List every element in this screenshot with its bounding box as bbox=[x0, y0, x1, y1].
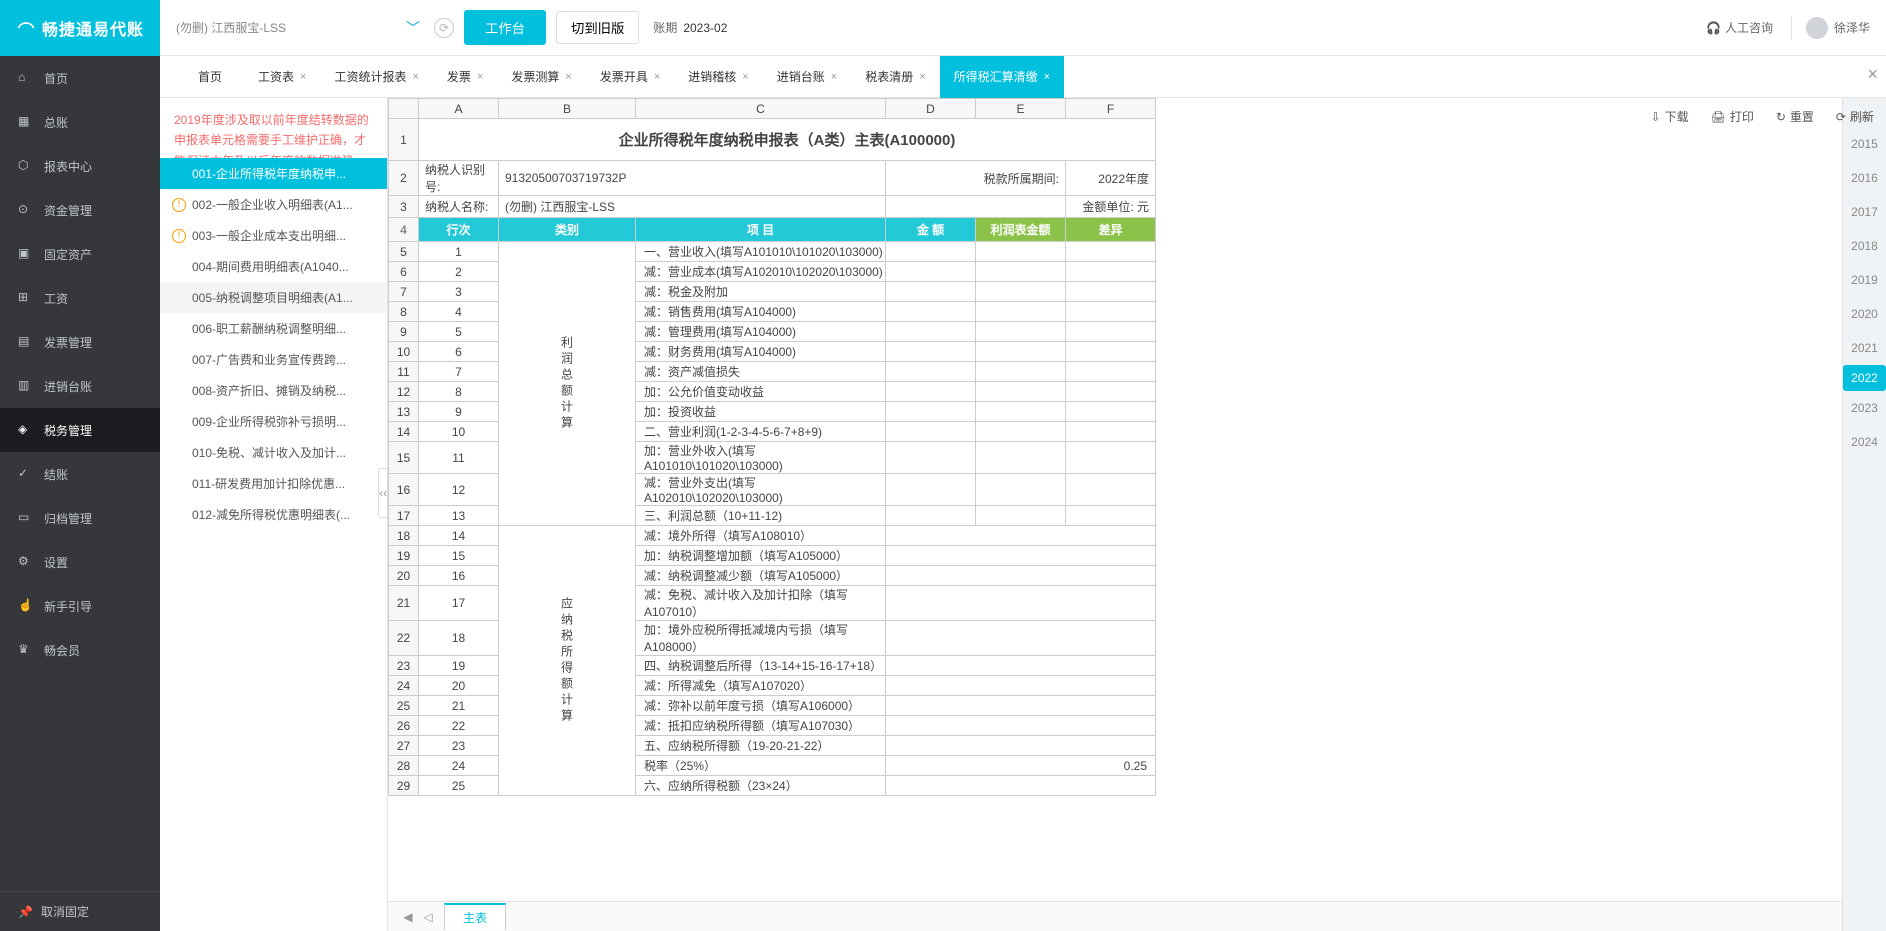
year-2019[interactable]: 2019 bbox=[1847, 263, 1882, 297]
sheet-tabs: ◀ ◁ 主表 bbox=[388, 901, 1842, 931]
sublist-item-4[interactable]: 005-纳税调整项目明细表(A1... bbox=[160, 282, 387, 313]
sublist-item-6[interactable]: 007-广告费和业务宣传费跨... bbox=[160, 344, 387, 375]
support-link[interactable]: 🎧人工咨询 bbox=[1706, 19, 1773, 36]
year-2016[interactable]: 2016 bbox=[1847, 161, 1882, 195]
nav-item-3[interactable]: ⊙资金管理 bbox=[0, 188, 160, 232]
nav-icon: ✓ bbox=[18, 466, 34, 482]
tab-close-icon[interactable]: × bbox=[1044, 71, 1050, 83]
clock-icon[interactable]: ⟳ bbox=[434, 18, 454, 38]
tab-close-icon[interactable]: × bbox=[565, 71, 571, 83]
tabs: 首页工资表×工资统计报表×发票×发票测算×发票开具×进销稽核×进销台账×税表清册… bbox=[160, 56, 1886, 98]
nav-item-4[interactable]: ▣固定资产 bbox=[0, 232, 160, 276]
sublist-item-2[interactable]: !003-一般企业成本支出明细... bbox=[160, 220, 387, 251]
tab-0[interactable]: 工资表× bbox=[244, 56, 320, 98]
tab-4[interactable]: 发票开具× bbox=[586, 56, 674, 98]
year-strip: ︿ 20152016201720182019202020212022202320… bbox=[1842, 98, 1886, 931]
nav-item-9[interactable]: ✓结账 bbox=[0, 452, 160, 496]
nav: ⌂首页▦总账⬡报表中心⊙资金管理▣固定资产⊞工资▤发票管理▥进销台账◈税务管理✓… bbox=[0, 56, 160, 891]
year-2020[interactable]: 2020 bbox=[1847, 297, 1882, 331]
warning-icon: ! bbox=[172, 198, 186, 212]
tab-close-icon[interactable]: × bbox=[742, 71, 748, 83]
nav-icon: ⊙ bbox=[18, 202, 34, 218]
year-2024[interactable]: 2024 bbox=[1847, 425, 1882, 459]
sublist-item-8[interactable]: 009-企业所得税弥补亏损明... bbox=[160, 406, 387, 437]
logo: 畅捷通易代账 bbox=[0, 0, 160, 56]
nav-icon: ▤ bbox=[18, 334, 34, 350]
sublist-item-0[interactable]: 001-企业所得税年度纳税申... bbox=[160, 158, 387, 189]
nav-icon: ♛ bbox=[18, 642, 34, 658]
collapse-sublist-button[interactable]: ‹‹ bbox=[378, 468, 388, 518]
tab-close-icon[interactable]: × bbox=[654, 71, 660, 83]
warning-icon: ! bbox=[172, 229, 186, 243]
year-2023[interactable]: 2023 bbox=[1847, 391, 1882, 425]
user-menu[interactable]: 徐泽华 bbox=[1791, 17, 1870, 39]
nav-item-6[interactable]: ▤发票管理 bbox=[0, 320, 160, 364]
nav-icon: ▦ bbox=[18, 114, 34, 130]
nav-item-7[interactable]: ▥进销台账 bbox=[0, 364, 160, 408]
tab-close-icon[interactable]: × bbox=[919, 71, 925, 83]
unpin-button[interactable]: 📌 取消固定 bbox=[0, 891, 160, 931]
nav-icon: ▥ bbox=[18, 378, 34, 394]
spreadsheet: ‹‹ ABCDEF1企业所得税年度纳税申报表（A类）主表(A100000)2纳税… bbox=[388, 98, 1842, 931]
nav-item-2[interactable]: ⬡报表中心 bbox=[0, 144, 160, 188]
headset-icon: 🎧 bbox=[1706, 21, 1721, 35]
tab-close-icon[interactable]: × bbox=[300, 71, 306, 83]
nav-item-8[interactable]: ◈税务管理 bbox=[0, 408, 160, 452]
chevron-down-icon: ﹀ bbox=[406, 18, 420, 38]
tab-8[interactable]: 所得税汇算清缴× bbox=[940, 56, 1064, 98]
avatar bbox=[1806, 17, 1828, 39]
sidebar: 畅捷通易代账 ⌂首页▦总账⬡报表中心⊙资金管理▣固定资产⊞工资▤发票管理▥进销台… bbox=[0, 0, 160, 931]
tab-close-icon[interactable]: × bbox=[831, 71, 837, 83]
nav-icon: ⌂ bbox=[18, 70, 34, 86]
nav-icon: ⊞ bbox=[18, 290, 34, 306]
nav-item-1[interactable]: ▦总账 bbox=[0, 100, 160, 144]
switch-old-button[interactable]: 切到旧版 bbox=[556, 11, 639, 44]
sublist-item-7[interactable]: 008-资产折旧、摊销及纳税... bbox=[160, 375, 387, 406]
nav-icon: ◈ bbox=[18, 422, 34, 438]
sublist-item-1[interactable]: !002-一般企业收入明细表(A1... bbox=[160, 189, 387, 220]
year-2021[interactable]: 2021 bbox=[1847, 331, 1882, 365]
year-2015[interactable]: 2015 bbox=[1847, 127, 1882, 161]
sheet-prev-1[interactable]: ◁ bbox=[418, 910, 438, 924]
tab-3[interactable]: 发票测算× bbox=[497, 56, 585, 98]
sheet-prev[interactable]: ◀ bbox=[398, 910, 418, 924]
nav-item-5[interactable]: ⊞工资 bbox=[0, 276, 160, 320]
warning-text: 2019年度涉及取以前年度结转数据的申报表单元格需要手工维护正确，才能保证本年及… bbox=[160, 98, 387, 158]
tab-6[interactable]: 进销台账× bbox=[763, 56, 851, 98]
sublist-item-9[interactable]: 010-免税、减计收入及加计... bbox=[160, 437, 387, 468]
account-selector[interactable]: (勿删) 江西服宝-LSS ﹀ bbox=[176, 18, 420, 38]
year-2018[interactable]: 2018 bbox=[1847, 229, 1882, 263]
sublist-item-3[interactable]: 004-期间费用明细表(A1040... bbox=[160, 251, 387, 282]
nav-icon: ⚙ bbox=[18, 554, 34, 570]
nav-item-12[interactable]: ☝新手引导 bbox=[0, 584, 160, 628]
tab-5[interactable]: 进销稽核× bbox=[674, 56, 762, 98]
tab-close-icon[interactable]: × bbox=[412, 71, 418, 83]
nav-icon: ▭ bbox=[18, 510, 34, 526]
sheet-tab-main[interactable]: 主表 bbox=[444, 903, 506, 930]
nav-item-10[interactable]: ▭归档管理 bbox=[0, 496, 160, 540]
nav-item-0[interactable]: ⌂首页 bbox=[0, 56, 160, 100]
year-2017[interactable]: 2017 bbox=[1847, 195, 1882, 229]
report-sublist: 2019年度涉及取以前年度结转数据的申报表单元格需要手工维护正确，才能保证本年及… bbox=[160, 98, 388, 931]
close-all-tabs[interactable]: × bbox=[1867, 64, 1878, 85]
sublist-item-11[interactable]: 012-减免所得税优惠明细表(... bbox=[160, 499, 387, 530]
nav-icon: ⬡ bbox=[18, 158, 34, 174]
tab-7[interactable]: 税表清册× bbox=[851, 56, 939, 98]
tab-1[interactable]: 工资统计报表× bbox=[320, 56, 432, 98]
tab-close-icon[interactable]: × bbox=[477, 71, 483, 83]
topbar: (勿删) 江西服宝-LSS ﹀ ⟳ 工作台 切到旧版 账期2023-02 🎧人工… bbox=[160, 0, 1886, 56]
nav-item-13[interactable]: ♛畅会员 bbox=[0, 628, 160, 672]
sublist-item-10[interactable]: 011-研发费用加计扣除优惠... bbox=[160, 468, 387, 499]
nav-icon: ▣ bbox=[18, 246, 34, 262]
nav-item-11[interactable]: ⚙设置 bbox=[0, 540, 160, 584]
pin-icon: 📌 bbox=[18, 905, 33, 919]
year-2022[interactable]: 2022 bbox=[1843, 365, 1886, 391]
tab-2[interactable]: 发票× bbox=[433, 56, 497, 98]
tab-home[interactable]: 首页 bbox=[176, 56, 244, 98]
workspace-button[interactable]: 工作台 bbox=[464, 10, 546, 45]
nav-icon: ☝ bbox=[18, 598, 34, 614]
sublist-item-5[interactable]: 006-职工薪酬纳税调整明细... bbox=[160, 313, 387, 344]
